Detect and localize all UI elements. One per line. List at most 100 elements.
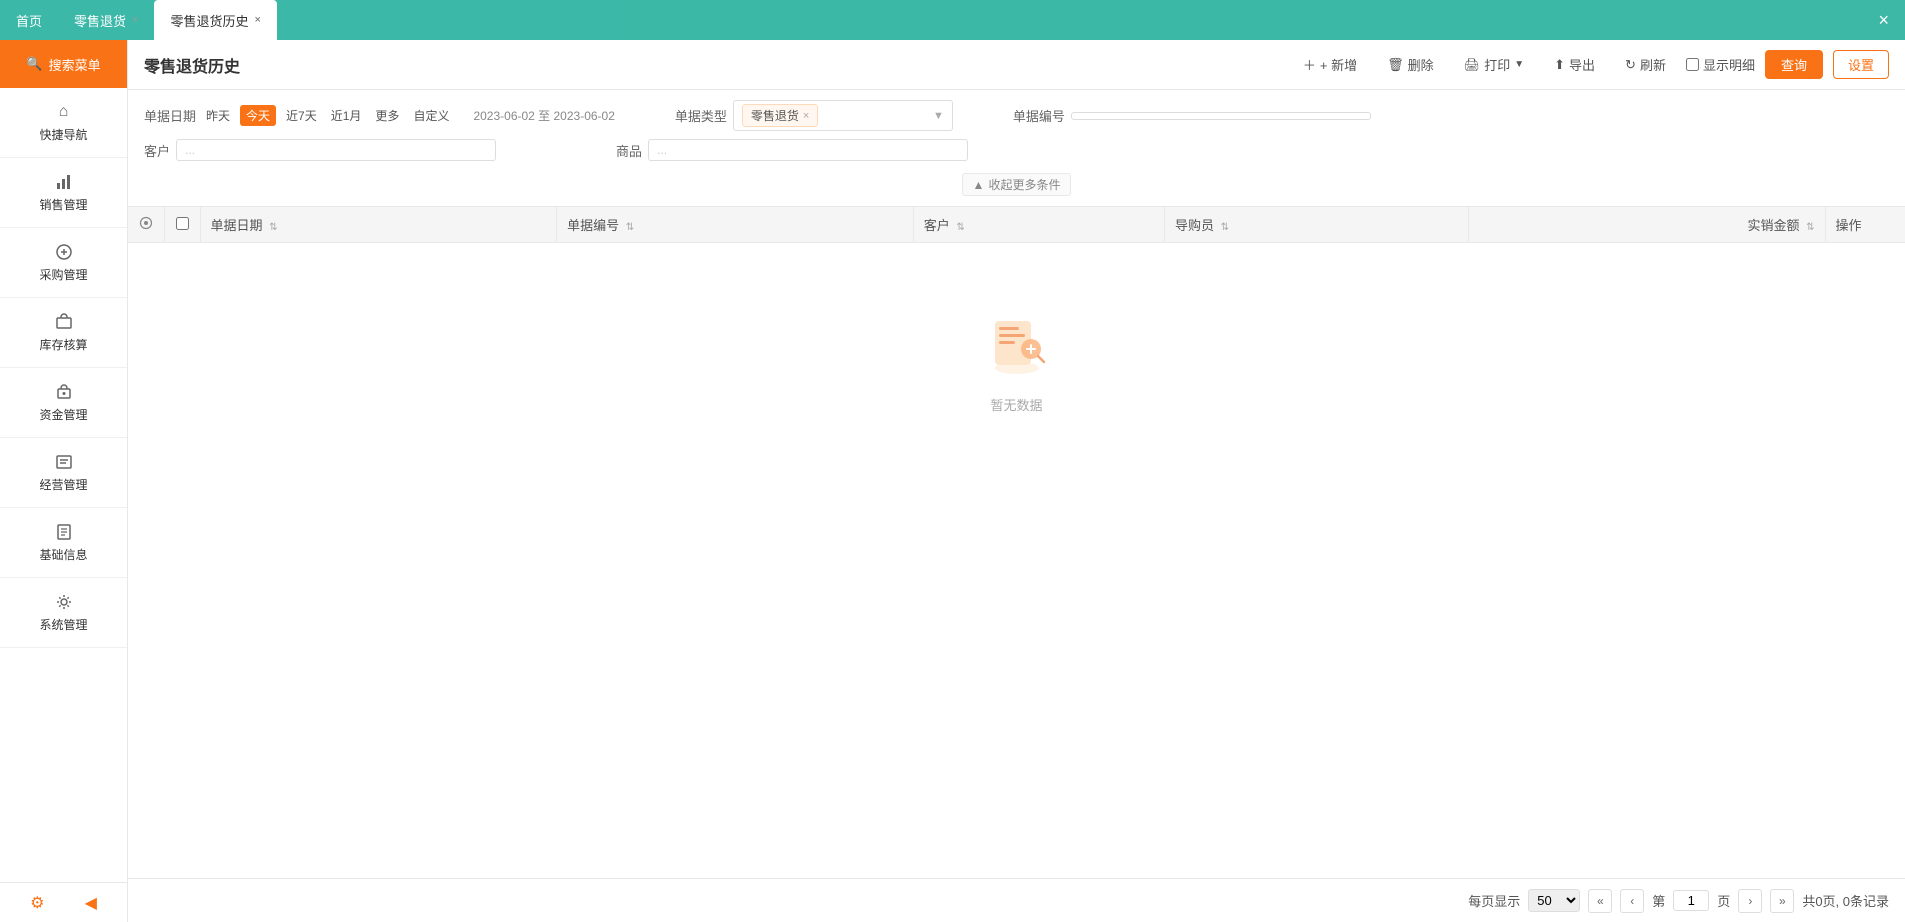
purchase-icon (54, 242, 74, 262)
tab-home-label: 首页 (16, 11, 42, 30)
prev-page-button[interactable]: ‹ (1620, 889, 1644, 913)
query-label: 查询 (1781, 58, 1807, 73)
select-all-checkbox[interactable] (176, 217, 189, 230)
th-customer-sort: ⇅ (956, 222, 964, 233)
th-settings[interactable] (128, 207, 164, 243)
system-icon (54, 592, 74, 612)
sidebar: 🔍 搜索菜单 ⌂ 快捷导航 销售管理 采购管理 (0, 40, 128, 922)
prev-page-icon: ‹ (1630, 894, 1634, 908)
sidebar-item-finance[interactable]: 资金管理 (0, 368, 127, 438)
delete-icon: 🗑 (1387, 57, 1404, 73)
sidebar-item-quick-nav[interactable]: ⌂ 快捷导航 (0, 88, 127, 158)
search-icon: 🔍 (26, 56, 42, 72)
show-detail-checkbox[interactable] (1686, 58, 1699, 71)
bill-type-tag-wrap: 零售退货 × (742, 104, 818, 127)
tab-retail-return-history-label: 零售退货历史 (170, 11, 248, 30)
collapse-label: 收起更多条件 (988, 176, 1060, 193)
tab-retail-return-label: 零售退货 (74, 11, 126, 30)
th-bill-no[interactable]: 单据编号 ⇅ (557, 207, 914, 243)
delete-button[interactable]: 🗑 删除 (1377, 51, 1444, 78)
bill-type-label: 单据类型 (675, 106, 727, 125)
table-header-row: 单据日期 ⇅ 单据编号 ⇅ 客户 ⇅ 导购员 ⇅ (128, 207, 1905, 243)
sidebar-item-inventory[interactable]: 库存核算 (0, 298, 127, 368)
add-label: + 新增 (1320, 55, 1357, 74)
filter-bill-type: 单据类型 零售退货 × ▼ (675, 100, 953, 131)
toolbar: ＋ + 新增 🗑 删除 🖨 打印 ▼ ⬆ 导出 ↻ (1293, 50, 1889, 79)
goods-input-wrap[interactable]: ... (648, 139, 968, 161)
collapse-sidebar-icon[interactable]: ◀ (85, 893, 97, 913)
goods-label: 商品 (616, 141, 642, 160)
show-detail-wrap: 显示明细 (1686, 55, 1755, 74)
th-guide-label: 导购员 (1175, 218, 1214, 233)
print-icon: 🖨 (1464, 57, 1481, 73)
th-bill-no-label: 单据编号 (567, 218, 619, 233)
page-number-input[interactable] (1673, 890, 1709, 911)
customer-placeholder: ... (185, 143, 195, 157)
sidebar-item-basic-info[interactable]: 基础信息 (0, 508, 127, 578)
page-size-label: 每页显示 (1468, 891, 1520, 910)
sidebar-item-purchase-mgmt[interactable]: 采购管理 (0, 228, 127, 298)
bill-no-input-wrap[interactable] (1071, 112, 1371, 120)
shortcut-more[interactable]: 更多 (371, 105, 403, 126)
sidebar-item-finance-label: 资金管理 (39, 406, 87, 423)
operations-icon (54, 452, 74, 472)
last-page-icon: » (1779, 894, 1786, 908)
window-close-button[interactable]: × (1862, 10, 1905, 31)
th-date[interactable]: 单据日期 ⇅ (200, 207, 557, 243)
content-area: 零售退货历史 ＋ + 新增 🗑 删除 🖨 打印 ▼ ⬆ 导出 (128, 40, 1905, 922)
th-checkbox[interactable] (164, 207, 200, 243)
refresh-icon: ↻ (1625, 57, 1636, 73)
shortcut-yesterday[interactable]: 昨天 (202, 105, 234, 126)
th-guide[interactable]: 导购员 ⇅ (1164, 207, 1468, 243)
sidebar-item-sales-label: 销售管理 (39, 196, 87, 213)
inventory-icon (54, 312, 74, 332)
sidebar-item-system-mgmt[interactable]: 系统管理 (0, 578, 127, 648)
print-button[interactable]: 🖨 打印 ▼ (1454, 51, 1534, 78)
collapse-button[interactable]: ▲ 收起更多条件 (962, 173, 1072, 196)
th-amount[interactable]: 实销金额 ⇅ (1468, 207, 1825, 243)
date-range-display: 2023-06-02 至 2023-06-02 (473, 107, 614, 124)
sidebar-search[interactable]: 🔍 搜索菜单 (0, 40, 127, 88)
bill-type-tag-remove[interactable]: × (803, 110, 809, 122)
customer-input-wrap[interactable]: ... (176, 139, 496, 161)
sidebar-item-sales-mgmt[interactable]: 销售管理 (0, 158, 127, 228)
query-button[interactable]: 查询 (1765, 50, 1823, 79)
content-header: 零售退货历史 ＋ + 新增 🗑 删除 🖨 打印 ▼ ⬆ 导出 (128, 40, 1905, 90)
filter-goods: 商品 ... (616, 139, 968, 161)
data-table: 单据日期 ⇅ 单据编号 ⇅ 客户 ⇅ 导购员 ⇅ (128, 207, 1905, 243)
sidebar-search-label: 搜索菜单 (49, 55, 101, 74)
refresh-button[interactable]: ↻ 刷新 (1615, 51, 1676, 78)
shortcut-today[interactable]: 今天 (240, 105, 276, 126)
settings-button[interactable]: 设置 (1833, 50, 1889, 79)
total-info: 共0页, 0条记录 (1802, 891, 1889, 910)
table-area: 单据日期 ⇅ 单据编号 ⇅ 客户 ⇅ 导购员 ⇅ (128, 207, 1905, 878)
tab-retail-return-history-close[interactable]: × (254, 14, 260, 26)
tab-retail-return[interactable]: 零售退货 × (58, 0, 154, 40)
bill-no-label: 单据编号 (1013, 106, 1065, 125)
sales-icon (54, 172, 74, 192)
page-size-select[interactable]: 50 100 200 (1528, 889, 1580, 912)
add-button[interactable]: ＋ + 新增 (1293, 51, 1367, 78)
delete-label: 删除 (1408, 55, 1434, 74)
bill-type-dropdown[interactable]: 零售退货 × ▼ (733, 100, 953, 131)
tab-retail-return-history[interactable]: 零售退货历史 × (154, 0, 276, 40)
th-customer[interactable]: 客户 ⇅ (913, 207, 1164, 243)
print-dropdown-icon: ▼ (1514, 59, 1524, 70)
tab-home[interactable]: 首页 (0, 0, 58, 40)
first-page-button[interactable]: « (1588, 889, 1612, 913)
filter-bill-no: 单据编号 (1013, 106, 1371, 125)
sidebar-bottom: ⚙ ◀ (0, 882, 127, 922)
export-button[interactable]: ⬆ 导出 (1544, 51, 1605, 78)
page-end-label: 页 (1717, 891, 1730, 910)
sidebar-menu: ⌂ 快捷导航 销售管理 采购管理 库存核算 (0, 88, 127, 882)
next-page-button[interactable]: › (1738, 889, 1762, 913)
finance-icon (54, 382, 74, 402)
sidebar-item-operations[interactable]: 经营管理 (0, 438, 127, 508)
settings-bottom-icon[interactable]: ⚙ (30, 893, 44, 913)
shortcut-custom[interactable]: 自定义 (409, 105, 453, 126)
tab-retail-return-close[interactable]: × (132, 14, 138, 26)
shortcut-7days[interactable]: 近7天 (282, 105, 321, 126)
last-page-button[interactable]: » (1770, 889, 1794, 913)
shortcut-1month[interactable]: 近1月 (327, 105, 366, 126)
topbar: 首页 零售退货 × 零售退货历史 × × (0, 0, 1905, 40)
